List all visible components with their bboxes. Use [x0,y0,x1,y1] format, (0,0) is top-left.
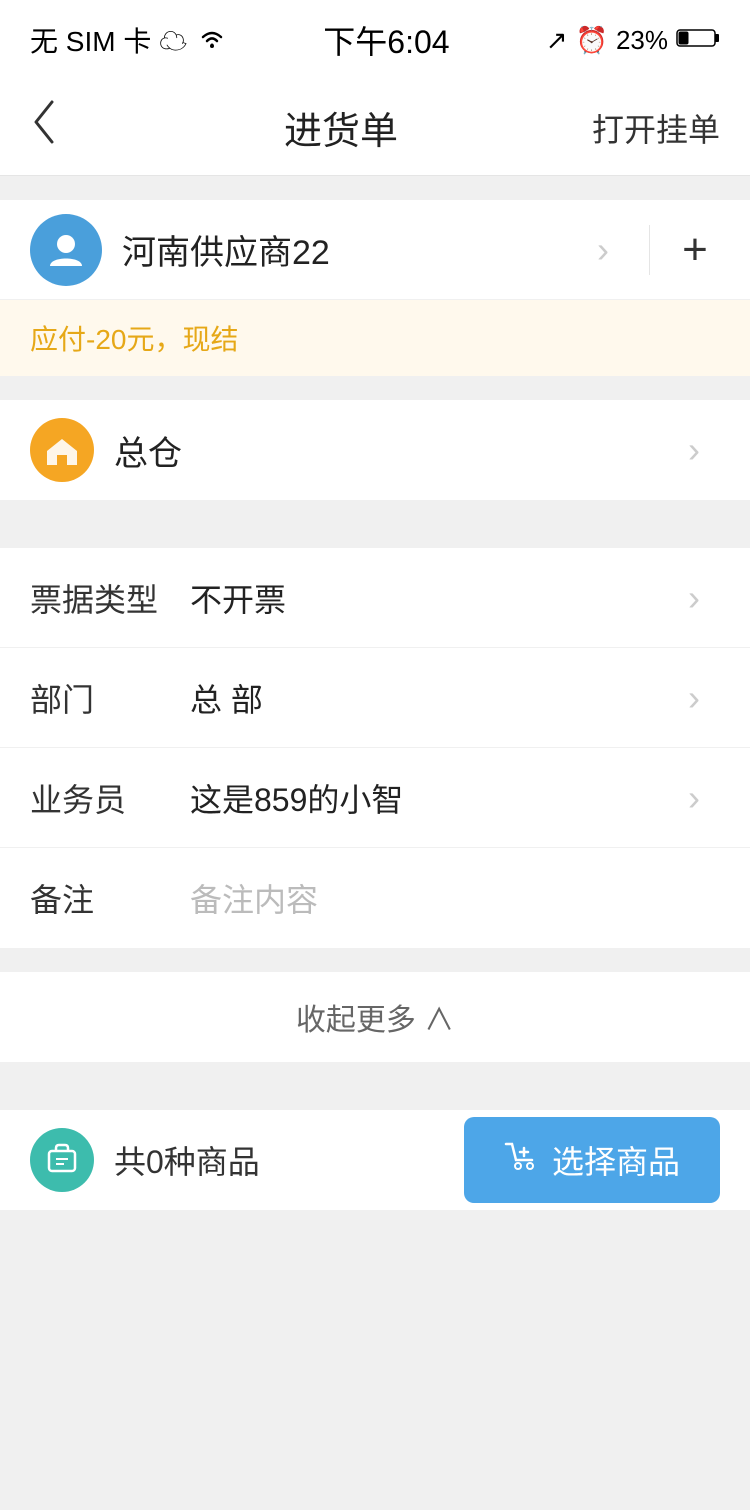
select-product-icon [504,1140,540,1180]
battery-text: 23% [616,25,668,56]
department-value: 总 部 [190,675,688,721]
supplier-divider [649,225,650,275]
status-left: 无 SIM 卡 ☁ [30,20,227,60]
status-bar: 无 SIM 卡 ☁ 下午6:04 ↗ ⏰ 23% [0,0,750,80]
salesperson-label: 业务员 [30,775,170,821]
wifi-icon [197,24,227,56]
status-time: 下午6:04 [323,17,449,63]
warehouse-section: 总仓 › [0,400,750,500]
salesperson-chevron-icon: › [688,777,700,819]
page-title: 进货单 [284,100,398,155]
supplier-section: 河南供应商22 › + 应付-20元，现结 [0,200,750,376]
location-icon: ↗ [546,25,568,56]
warehouse-row[interactable]: 总仓 › [0,400,750,500]
salesperson-value: 这是859的小智 [190,775,688,821]
form-section: 票据类型 不开票 › 部门 总 部 › 业务员 这是859的小智 › 备注 备注… [0,548,750,948]
department-chevron-icon: › [688,677,700,719]
notice-text: 应付-20元，现结 [30,324,238,355]
notice-bar: 应付-20元，现结 [0,300,750,376]
status-right: ↗ ⏰ 23% [546,25,720,56]
department-label: 部门 [30,675,170,721]
battery-icon [676,25,720,56]
department-row[interactable]: 部门 总 部 › [0,648,750,748]
salesperson-row[interactable]: 业务员 这是859的小智 › [0,748,750,848]
supplier-row[interactable]: 河南供应商22 › + [0,200,750,300]
collapse-section[interactable]: 收起更多 ∧ [0,972,750,1062]
invoice-type-label: 票据类型 [30,575,170,621]
nav-bar: 进货单 打开挂单 [0,80,750,176]
warehouse-name: 总仓 [114,426,688,475]
add-supplier-button[interactable]: + [670,225,720,275]
section-gap-1 [0,176,750,200]
warehouse-chevron-icon: › [688,429,700,471]
bottom-bar: 共0种商品 选择商品 [0,1110,750,1210]
section-gap-3 [0,1062,750,1086]
supplier-chevron-icon: › [597,229,609,271]
product-icon [30,1128,94,1192]
content-area [0,1210,750,1510]
invoice-type-value: 不开票 [190,575,688,621]
alarm-icon: ⏰ [576,25,608,56]
select-product-button[interactable]: 选择商品 [464,1117,720,1203]
product-count: 共0种商品 [114,1137,464,1183]
open-pending-button[interactable]: 打开挂单 [592,105,720,151]
invoice-type-row[interactable]: 票据类型 不开票 › [0,548,750,648]
sim-status: 无 SIM 卡 ☁ [30,20,187,60]
supplier-avatar [30,214,102,286]
invoice-type-chevron-icon: › [688,577,700,619]
collapse-label: 收起更多 ∧ [296,995,454,1039]
warehouse-icon [30,418,94,482]
section-gap-2 [0,500,750,524]
remark-label: 备注 [30,875,170,921]
select-product-label: 选择商品 [552,1137,680,1183]
supplier-name: 河南供应商22 [122,225,597,274]
remark-input[interactable]: 备注内容 [190,875,720,921]
remark-row[interactable]: 备注 备注内容 [0,848,750,948]
back-button[interactable] [30,98,90,157]
